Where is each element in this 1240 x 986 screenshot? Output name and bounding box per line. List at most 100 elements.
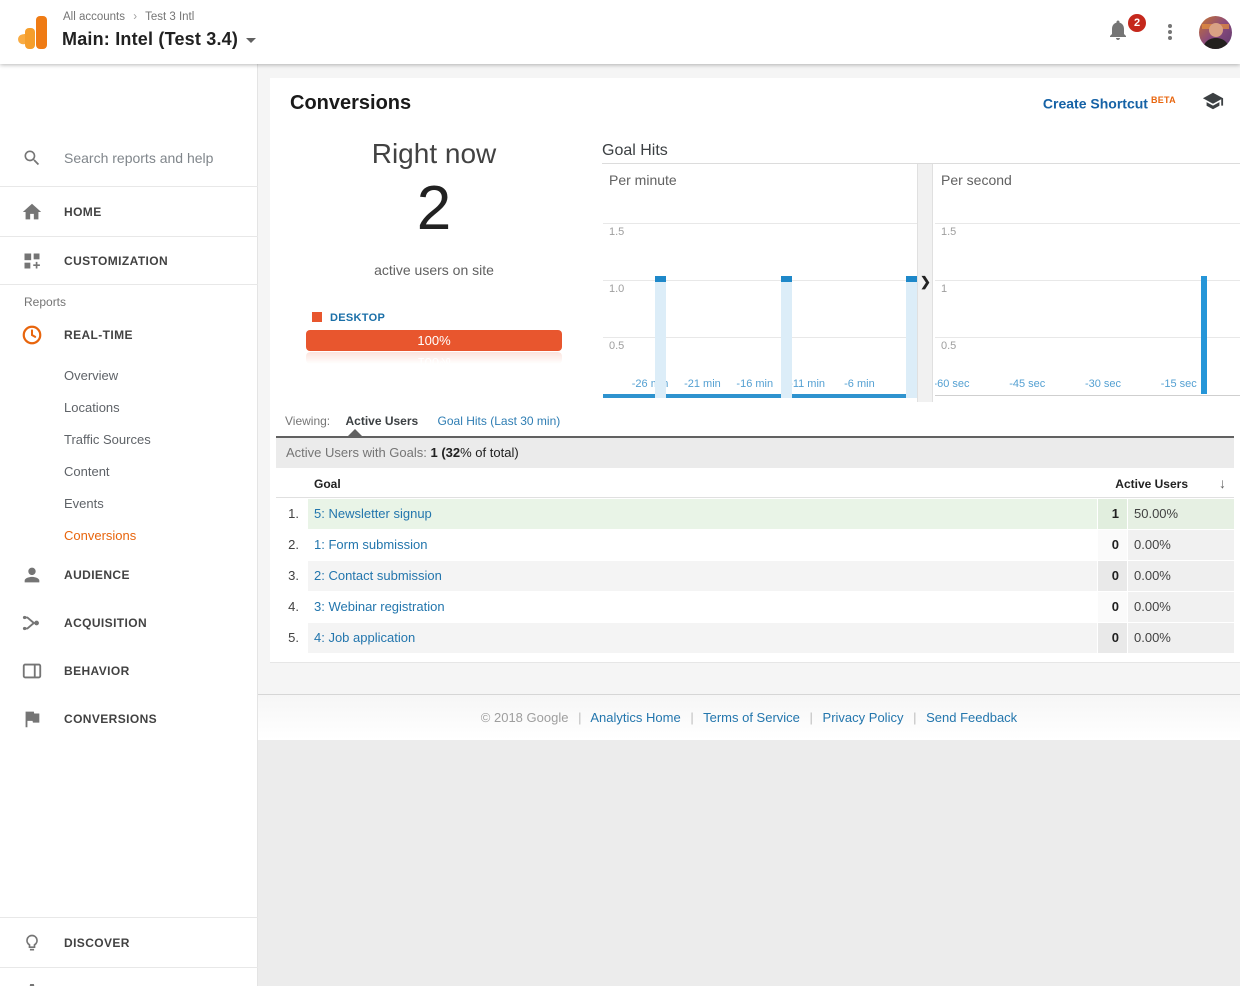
sidebar-item-label: CUSTOMIZATION [64,254,169,268]
table-row[interactable]: 2. 1: Form submission 0 0.00% [276,530,1234,560]
table-row[interactable]: 4. 3: Webinar registration 0 0.00% [276,592,1234,622]
create-shortcut-label: Create Shortcut [1042,95,1148,112]
desktop-percent-bar: 100% [306,330,562,351]
percent-cell: 0.00% [1127,592,1234,622]
table-row[interactable]: 3. 2: Contact submission 0 0.00% [276,561,1234,591]
sidebar-item-overview[interactable]: Overview [64,368,118,383]
behavior-icon [20,659,44,683]
avatar[interactable] [1199,16,1232,49]
right-now-card: Right now 2 active users on site DESKTOP… [306,138,562,364]
goal-cell: 4: Job application [308,623,1097,653]
goal-link[interactable]: 3: Webinar registration [314,599,445,614]
goal-cell: 3: Webinar registration [308,592,1097,622]
sidebar-item-label: REAL-TIME [64,328,133,342]
footer-link-terms[interactable]: Terms of Service [703,710,800,725]
sidebar-item-traffic-sources[interactable]: Traffic Sources [64,432,151,447]
tab-goal-hits[interactable]: Goal Hits (Last 30 min) [438,414,561,428]
sidebar-item-behavior[interactable]: BEHAVIOR [0,659,258,683]
x-axis-tick: -6 min [844,378,875,390]
x-axis-tick: -45 sec [1009,378,1046,390]
table-row[interactable]: 5. 4: Job application 0 0.00% [276,623,1234,653]
sidebar-item-customization[interactable]: CUSTOMIZATION [0,249,258,273]
per-second-chart: 1.5 1 0.5 -60 sec -45 sec -30 sec -15 sec Per s… [935,164,1240,402]
x-axis-tick: -60 sec [935,378,970,390]
sidebar: HOME CUSTOMIZATION Reports REAL-TIME Ove… [0,64,258,986]
active-users-caption: active users on site [374,262,494,278]
footer-link-feedback[interactable]: Send Feedback [926,710,1017,725]
footer-separator: | [809,710,813,725]
sidebar-item-conversions-active[interactable]: Conversions [64,528,136,543]
divider [0,236,258,237]
clock-icon [20,323,44,347]
sidebar-item-audience[interactable]: AUDIENCE [0,563,258,587]
search-input[interactable] [64,150,234,166]
row-index: 3. [276,561,308,591]
y-axis-tick: 0.5 [941,340,957,352]
x-axis-tick: -30 sec [1084,378,1122,390]
goal-cell: 5: Newsletter signup [308,499,1097,529]
tab-active-users[interactable]: Active Users [345,414,418,428]
right-now-heading: Right now [371,138,497,169]
percent-cell: 0.00% [1127,530,1234,560]
goal-hits-charts: 1.5 1.0 0.5 -26 min -21 min -16 min -11 min -6 … [602,163,1240,402]
breadcrumb[interactable]: All accounts › Test 3 Intl [63,11,194,23]
row-index: 4. [276,592,308,622]
chevron-right-icon[interactable]: ❯ [920,274,931,290]
create-shortcut-button[interactable]: Create Shortcut BETA [1043,95,1176,112]
account-dropdown-caret-icon[interactable] [246,37,257,43]
footer-link-privacy[interactable]: Privacy Policy [823,710,904,725]
account-title[interactable]: Main: Intel (Test 3.4) [62,29,257,50]
copyright: © 2018 Google [480,710,569,725]
breadcrumb-separator-icon: › [133,11,138,23]
goal-hits-title: Goal Hits [602,142,668,159]
percent-cell: 50.00% [1127,499,1234,529]
sidebar-item-acquisition[interactable]: ACQUISITION [0,611,258,635]
footer-separator: | [578,710,582,725]
sidebar-item-discover[interactable]: DISCOVER [0,931,258,955]
sidebar-item-locations[interactable]: Locations [64,400,120,415]
sort-arrow-icon[interactable]: ↓ [1219,475,1226,491]
divider [0,186,258,187]
x-axis-tick: -11 min [789,378,826,390]
goal-link[interactable]: 1: Form submission [314,537,427,552]
y-axis-tick: 1.5 [941,226,957,238]
graduation-cap-icon[interactable] [1200,90,1226,112]
column-header-active-users[interactable]: Active Users [1097,477,1234,491]
sidebar-item-label: DISCOVER [64,936,130,950]
breadcrumb-root[interactable]: All accounts [63,11,125,23]
sidebar-item-content[interactable]: Content [64,464,110,479]
footer-separator: | [913,710,917,725]
column-header-goal[interactable]: Goal [308,477,1097,491]
notifications-button[interactable]: 2 [1106,14,1146,48]
divider [0,917,258,918]
audience-person-icon [20,563,44,587]
row-index: 2. [276,530,308,560]
sidebar-item-home[interactable]: HOME [0,200,258,224]
customization-icon [20,249,44,273]
goal-link[interactable]: 2: Contact submission [314,568,442,583]
sidebar-item-conversions-section[interactable]: CONVERSIONS [0,707,258,731]
table-row[interactable]: 1. 5: Newsletter signup 1 50.00% [276,499,1234,529]
goal-cell: 1: Form submission [308,530,1097,560]
row-index: 1. [276,499,308,529]
summary-value: 1 (32 [430,445,461,460]
sidebar-item-admin[interactable]: ADMIN [0,980,258,986]
sidebar-item-real-time[interactable]: REAL-TIME [0,323,258,347]
analytics-logo-icon[interactable] [16,12,50,52]
percent-cell: 0.00% [1127,561,1234,591]
chart-scroll-strip[interactable]: ❯ [917,164,933,402]
sidebar-item-label: BEHAVIOR [64,664,130,678]
sidebar-search[interactable] [0,146,258,170]
reports-section-label: Reports [24,295,67,309]
goal-link[interactable]: 4: Job application [314,630,415,645]
kebab-menu-icon[interactable] [1162,22,1178,42]
page-footer: © 2018 Google | Analytics Home | Terms o… [258,710,1240,725]
breadcrumb-current[interactable]: Test 3 Intl [145,11,194,23]
report-panel: Conversions Create Shortcut BETA Right no… [270,78,1240,678]
x-axis-tick: -16 min [736,378,774,390]
footer-link-analytics-home[interactable]: Analytics Home [590,710,680,725]
sidebar-item-events[interactable]: Events [64,496,104,511]
device-legend: DESKTOP [306,308,562,324]
goal-link[interactable]: 5: Newsletter signup [314,506,432,521]
acquisition-icon [20,611,44,635]
